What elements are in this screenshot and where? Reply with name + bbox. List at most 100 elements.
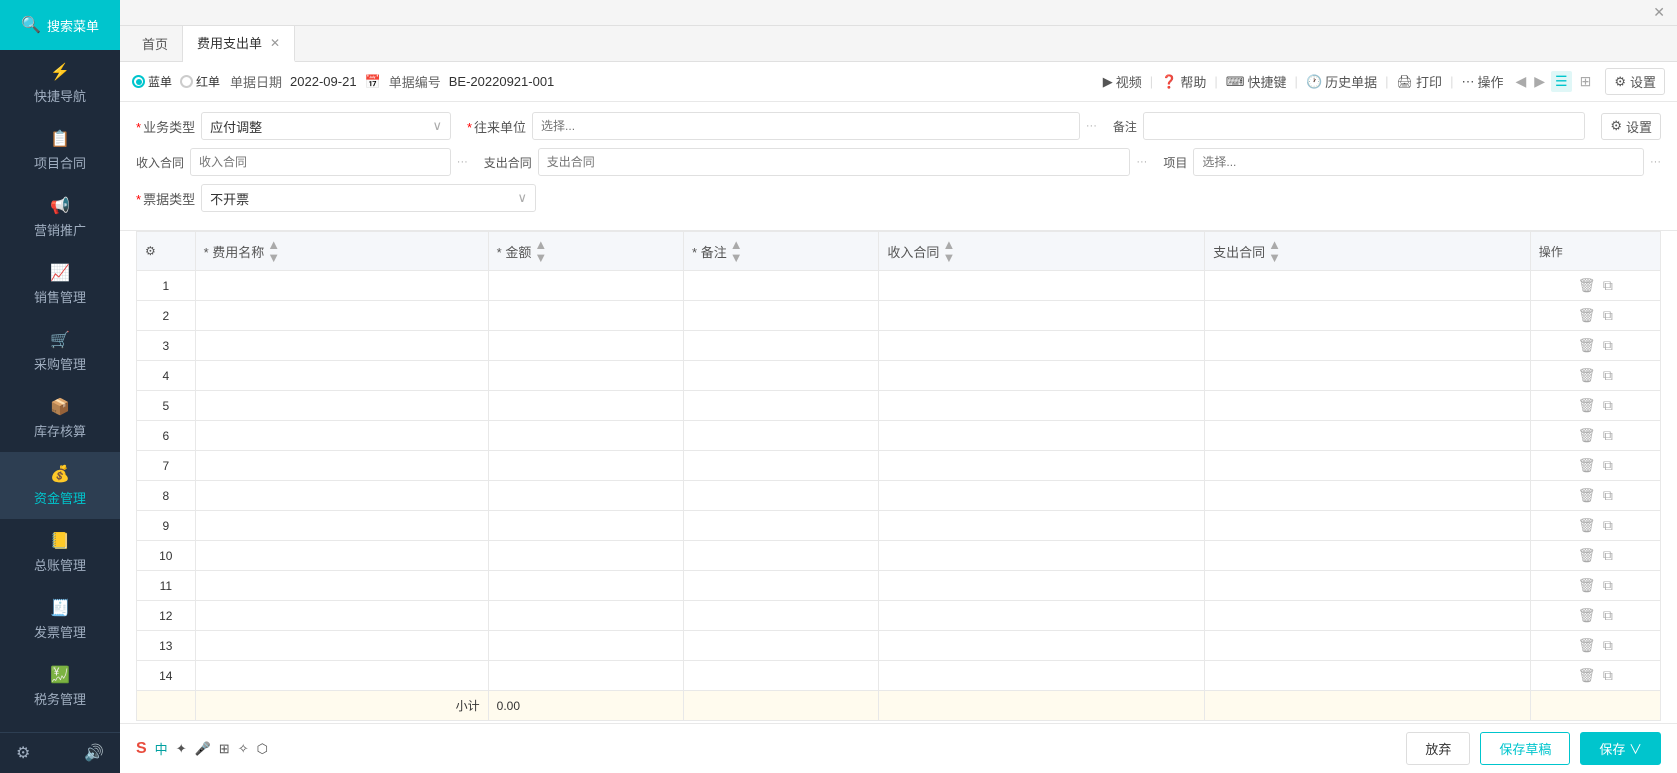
row-expense-11[interactable] bbox=[1205, 571, 1531, 601]
row-income-14[interactable] bbox=[879, 661, 1205, 691]
row-income-3[interactable] bbox=[879, 331, 1205, 361]
row-expense-13[interactable] bbox=[1205, 631, 1531, 661]
row-name-1[interactable] bbox=[195, 271, 488, 301]
toolbar-action-more[interactable]: ⋯操作 bbox=[1461, 72, 1503, 91]
discard-button[interactable]: 放弃 bbox=[1406, 732, 1470, 765]
row-income-5[interactable] bbox=[879, 391, 1205, 421]
th-amount[interactable]: * 金额 ▲▼ bbox=[488, 232, 683, 271]
delete-icon-14[interactable]: 🗑 bbox=[1578, 667, 1596, 683]
sidebar-item-tax[interactable]: 💹 税务管理 bbox=[0, 653, 120, 720]
row-amount-12[interactable] bbox=[488, 601, 683, 631]
row-remark-10[interactable] bbox=[684, 541, 879, 571]
th-income-contract[interactable]: 收入合同 ▲▼ bbox=[879, 232, 1205, 271]
copy-icon-9[interactable]: ⧉ bbox=[1603, 517, 1613, 533]
copy-icon-8[interactable]: ⧉ bbox=[1603, 487, 1613, 503]
row-remark-4[interactable] bbox=[684, 361, 879, 391]
calendar-icon[interactable]: 📅 bbox=[365, 74, 381, 90]
income-contract-input[interactable] bbox=[190, 148, 451, 176]
window-close-button[interactable]: ✕ bbox=[1649, 4, 1669, 21]
row-expense-4[interactable] bbox=[1205, 361, 1531, 391]
row-remark-3[interactable] bbox=[684, 331, 879, 361]
sidebar-item-accounting[interactable]: 📒 总账管理 bbox=[0, 519, 120, 586]
copy-icon-5[interactable]: ⧉ bbox=[1603, 397, 1613, 413]
row-name-13[interactable] bbox=[195, 631, 488, 661]
row-expense-9[interactable] bbox=[1205, 511, 1531, 541]
row-amount-14[interactable] bbox=[488, 661, 683, 691]
row-amount-10[interactable] bbox=[488, 541, 683, 571]
row-income-12[interactable] bbox=[879, 601, 1205, 631]
save-draft-button[interactable]: 保存草稿 bbox=[1480, 732, 1570, 765]
blue-bill-radio[interactable]: 蓝单 bbox=[132, 73, 172, 90]
project-input[interactable] bbox=[1193, 148, 1644, 176]
row-amount-5[interactable] bbox=[488, 391, 683, 421]
income-sort[interactable]: ▲▼ bbox=[942, 238, 955, 264]
copy-icon-14[interactable]: ⧉ bbox=[1603, 667, 1613, 683]
sidebar-item-quick-nav[interactable]: ⚡ 快捷导航 bbox=[0, 50, 120, 117]
sidebar-item-fixed-assets[interactable]: 🏢 固定资产 bbox=[0, 720, 120, 732]
sidebar-item-capital[interactable]: 💰 资金管理 bbox=[0, 452, 120, 519]
row-remark-9[interactable] bbox=[684, 511, 879, 541]
row-name-2[interactable] bbox=[195, 301, 488, 331]
delete-icon-3[interactable]: 🗑 bbox=[1578, 337, 1596, 353]
row-remark-7[interactable] bbox=[684, 451, 879, 481]
delete-icon-13[interactable]: 🗑 bbox=[1578, 637, 1596, 653]
copy-icon-1[interactable]: ⧉ bbox=[1603, 277, 1613, 293]
row-income-11[interactable] bbox=[879, 571, 1205, 601]
sidebar-item-project-contract[interactable]: 📋 项目合同 bbox=[0, 117, 120, 184]
row-income-13[interactable] bbox=[879, 631, 1205, 661]
amount-sort[interactable]: ▲▼ bbox=[534, 238, 547, 264]
sidebar-item-inventory[interactable]: 📦 库存核算 bbox=[0, 385, 120, 452]
delete-icon-5[interactable]: 🗑 bbox=[1578, 397, 1596, 413]
row-amount-4[interactable] bbox=[488, 361, 683, 391]
settings-icon[interactable]: ⚙ bbox=[16, 743, 30, 763]
row-amount-9[interactable] bbox=[488, 511, 683, 541]
prev-arrow[interactable]: ◀ bbox=[1513, 73, 1528, 90]
row-name-3[interactable] bbox=[195, 331, 488, 361]
row-name-11[interactable] bbox=[195, 571, 488, 601]
row-name-12[interactable] bbox=[195, 601, 488, 631]
row-name-5[interactable] bbox=[195, 391, 488, 421]
row-remark-8[interactable] bbox=[684, 481, 879, 511]
next-arrow[interactable]: ▶ bbox=[1532, 73, 1547, 90]
toolbar-action-print[interactable]: 🖨打印 bbox=[1397, 72, 1443, 91]
income-contract-dots[interactable]: ··· bbox=[457, 156, 468, 168]
delete-icon-6[interactable]: 🗑 bbox=[1578, 427, 1596, 443]
row-remark-2[interactable] bbox=[684, 301, 879, 331]
th-gear[interactable]: ⚙ bbox=[137, 232, 196, 271]
row-expense-14[interactable] bbox=[1205, 661, 1531, 691]
row-income-2[interactable] bbox=[879, 301, 1205, 331]
row-expense-2[interactable] bbox=[1205, 301, 1531, 331]
copy-icon-12[interactable]: ⧉ bbox=[1603, 607, 1613, 623]
delete-icon-12[interactable]: 🗑 bbox=[1578, 607, 1596, 623]
audio-icon[interactable]: 🔊 bbox=[84, 743, 104, 763]
toolbar-action-shortcuts[interactable]: ⌨快捷键 bbox=[1226, 72, 1287, 91]
expense-contract-dots[interactable]: ··· bbox=[1136, 156, 1147, 168]
row-amount-8[interactable] bbox=[488, 481, 683, 511]
row-name-10[interactable] bbox=[195, 541, 488, 571]
delete-icon-8[interactable]: 🗑 bbox=[1578, 487, 1596, 503]
delete-icon-4[interactable]: 🗑 bbox=[1578, 367, 1596, 383]
row-expense-10[interactable] bbox=[1205, 541, 1531, 571]
save-button[interactable]: 保存 ∨ bbox=[1580, 732, 1661, 765]
row-income-7[interactable] bbox=[879, 451, 1205, 481]
row-income-1[interactable] bbox=[879, 271, 1205, 301]
row-remark-1[interactable] bbox=[684, 271, 879, 301]
counterpart-input[interactable] bbox=[532, 112, 1080, 140]
row-amount-11[interactable] bbox=[488, 571, 683, 601]
sidebar-item-invoice[interactable]: 🧾 发票管理 bbox=[0, 586, 120, 653]
row-amount-1[interactable] bbox=[488, 271, 683, 301]
row-expense-1[interactable] bbox=[1205, 271, 1531, 301]
copy-icon-4[interactable]: ⧉ bbox=[1603, 367, 1613, 383]
delete-icon-7[interactable]: 🗑 bbox=[1578, 457, 1596, 473]
copy-icon-6[interactable]: ⧉ bbox=[1603, 427, 1613, 443]
toolbar-action-help[interactable]: ❓帮助 bbox=[1161, 72, 1206, 91]
row-name-6[interactable] bbox=[195, 421, 488, 451]
row-expense-7[interactable] bbox=[1205, 451, 1531, 481]
row-amount-3[interactable] bbox=[488, 331, 683, 361]
tab-home[interactable]: 首页 bbox=[128, 26, 183, 62]
toolbar-action-history[interactable]: 🕐历史单据 bbox=[1306, 72, 1377, 91]
th-remark[interactable]: * 备注 ▲▼ bbox=[684, 232, 879, 271]
delete-icon-1[interactable]: 🗑 bbox=[1578, 277, 1596, 293]
sidebar-item-purchase[interactable]: 🛒 采购管理 bbox=[0, 318, 120, 385]
row-name-7[interactable] bbox=[195, 451, 488, 481]
